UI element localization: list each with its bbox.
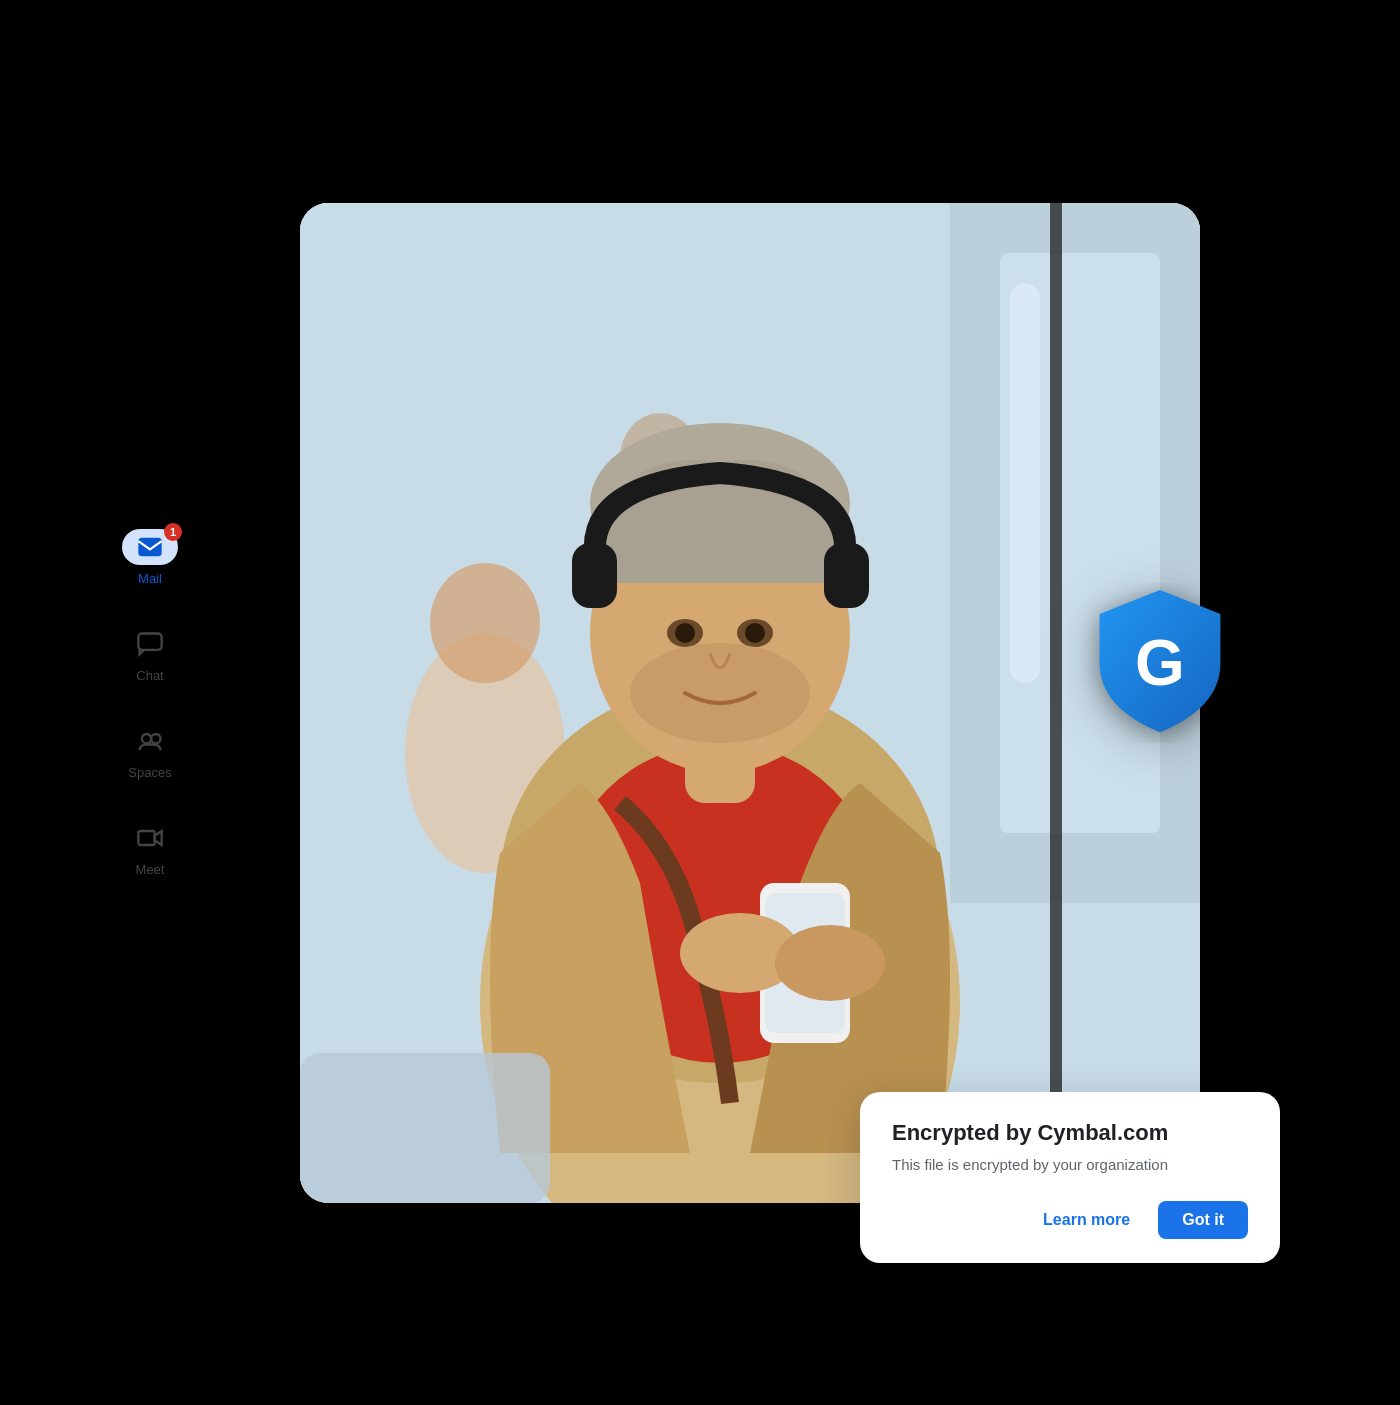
- sidebar-item-meet[interactable]: Meet: [110, 820, 190, 877]
- encryption-card: Encrypted by Cymbal.com This file is enc…: [860, 1092, 1280, 1263]
- svg-rect-8: [1050, 203, 1062, 1103]
- got-it-button[interactable]: Got it: [1158, 1201, 1248, 1239]
- svg-rect-1: [138, 633, 161, 649]
- main-photo-card: G Encrypted by Cymbal.com This file is e…: [300, 203, 1200, 1203]
- chat-icon: [136, 630, 164, 658]
- chat-icon-wrap: [122, 626, 178, 662]
- google-shield-badge: G: [1080, 583, 1240, 743]
- learn-more-button[interactable]: Learn more: [1023, 1201, 1150, 1239]
- meet-icon-wrap: [122, 820, 178, 856]
- sidebar-spaces-label: Spaces: [128, 765, 171, 780]
- svg-point-25: [630, 643, 810, 743]
- svg-rect-30: [300, 1053, 550, 1203]
- meet-icon: [136, 824, 164, 852]
- svg-rect-4: [138, 831, 154, 845]
- mail-icon-wrap: 1: [122, 529, 178, 565]
- svg-rect-31: [1010, 283, 1040, 683]
- encryption-title: Encrypted by Cymbal.com: [892, 1120, 1248, 1146]
- svg-rect-20: [824, 543, 869, 608]
- spaces-icon-wrap: [122, 723, 178, 759]
- sidebar: 1 Mail Chat Spaces: [100, 509, 200, 897]
- person-illustration: [300, 203, 1200, 1203]
- sidebar-meet-label: Meet: [136, 862, 165, 877]
- sidebar-item-spaces[interactable]: Spaces: [110, 723, 190, 780]
- spaces-icon: [136, 727, 164, 755]
- encryption-actions: Learn more Got it: [892, 1201, 1248, 1239]
- sidebar-item-mail[interactable]: 1 Mail: [110, 529, 190, 586]
- svg-point-24: [745, 623, 765, 643]
- svg-point-2: [142, 734, 151, 743]
- svg-point-29: [775, 925, 885, 1001]
- svg-point-23: [675, 623, 695, 643]
- mail-icon: [136, 533, 164, 561]
- sidebar-mail-label: Mail: [138, 571, 162, 586]
- svg-point-3: [151, 734, 160, 743]
- svg-text:G: G: [1135, 627, 1185, 699]
- svg-rect-0: [138, 537, 161, 556]
- sidebar-chat-label: Chat: [136, 668, 163, 683]
- main-scene: 1 Mail Chat Spaces: [100, 103, 1300, 1303]
- shield-svg: G: [1080, 583, 1240, 743]
- mail-badge: 1: [164, 523, 182, 541]
- svg-point-10: [430, 563, 540, 683]
- sidebar-item-chat[interactable]: Chat: [110, 626, 190, 683]
- svg-rect-19: [572, 543, 617, 608]
- photo-background: [300, 203, 1200, 1203]
- encryption-description: This file is encrypted by your organizat…: [892, 1154, 1248, 1177]
